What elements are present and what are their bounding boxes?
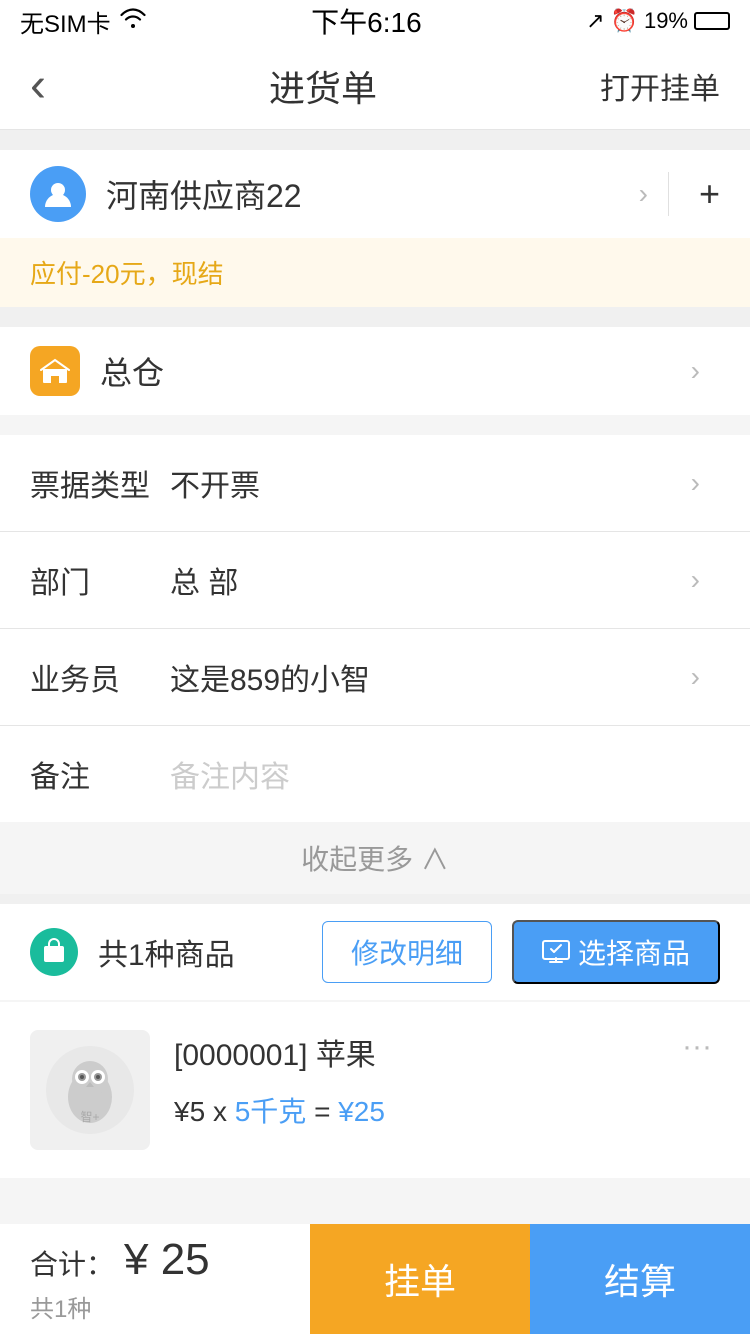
carrier-text: 无SIM卡	[20, 4, 111, 39]
select-product-button[interactable]: 选择商品	[512, 920, 720, 984]
salesperson-value: 这是859的小智	[170, 655, 691, 699]
form-section: 票据类型 不开票 › 部门 总 部 › 业务员 这是859的小智 › 备注 备注…	[0, 435, 750, 822]
select-product-label: 选择商品	[578, 932, 690, 972]
divider-2	[0, 307, 750, 327]
collapse-bar[interactable]: 收起更多 ∧	[0, 822, 750, 894]
dept-row[interactable]: 部门 总 部 ›	[0, 532, 750, 628]
remark-label: 备注	[30, 752, 170, 796]
status-right: ↗ ⏰ 19%	[586, 8, 730, 34]
vertical-divider	[668, 172, 669, 216]
supplier-name: 河南供应商22	[106, 171, 639, 217]
battery-icon	[694, 12, 730, 30]
warehouse-icon	[30, 346, 80, 396]
invoice-row[interactable]: 票据类型 不开票 ›	[0, 435, 750, 531]
hang-label: 挂单	[384, 1253, 456, 1305]
salesperson-chevron-icon: ›	[691, 661, 700, 693]
open-hang-button[interactable]: 打开挂单	[600, 64, 720, 108]
product-thumbnail: 智+	[30, 1030, 150, 1150]
salesperson-row[interactable]: 业务员 这是859的小智 ›	[0, 629, 750, 725]
checkout-label: 结算	[604, 1253, 676, 1305]
total-amount: ¥ 25	[124, 1235, 210, 1285]
status-bar: 无SIM卡 下午6:16 ↗ ⏰ 19%	[0, 0, 750, 42]
product-price: ¥5 x 5千克 = ¥25	[174, 1090, 674, 1130]
product-total: ¥25	[338, 1096, 385, 1127]
hang-button[interactable]: 挂单	[310, 1224, 530, 1334]
battery-percent: 19%	[644, 8, 688, 34]
warehouse-name: 总仓	[100, 348, 691, 394]
unit-price: ¥5	[174, 1096, 205, 1127]
checkout-button[interactable]: 结算	[530, 1224, 750, 1334]
status-left: 无SIM卡	[20, 4, 147, 39]
more-options-button[interactable]: ···	[674, 1030, 720, 1064]
remark-row[interactable]: 备注 备注内容	[0, 726, 750, 822]
page-title: 进货单	[269, 60, 377, 112]
product-info: [0000001] 苹果 ¥5 x 5千克 = ¥25	[174, 1030, 674, 1130]
bottom-bar: 合计： ¥ 25 共1种 挂单 结算	[0, 1224, 750, 1334]
remark-input[interactable]: 备注内容	[170, 752, 720, 796]
product-item: 智+ [0000001] 苹果 ¥5 x 5千克 = ¥25 ···	[0, 1002, 750, 1178]
total-label: 合计：	[30, 1243, 114, 1283]
alarm-icon: ⏰	[611, 8, 638, 34]
supplier-row[interactable]: 河南供应商22 › +	[0, 150, 750, 238]
total-sub: 共1种	[30, 1289, 310, 1324]
svg-text:智+: 智+	[80, 1109, 99, 1124]
notice-bar: 应付-20元，现结	[0, 238, 750, 307]
warehouse-row[interactable]: 总仓 ›	[0, 327, 750, 415]
dept-chevron-icon: ›	[691, 564, 700, 596]
product-header: 共1种商品 修改明细 选择商品	[0, 904, 750, 1000]
dept-value: 总 部	[170, 558, 691, 602]
divider-3	[0, 894, 750, 904]
equals-sign: =	[314, 1096, 338, 1127]
nav-bar: ‹ 进货单 打开挂单	[0, 42, 750, 130]
back-button[interactable]: ‹	[30, 58, 46, 113]
warehouse-chevron-icon: ›	[691, 355, 700, 387]
invoice-value: 不开票	[170, 461, 691, 505]
location-icon: ↗	[586, 8, 604, 34]
collapse-label: 收起更多 ∧	[301, 838, 449, 878]
invoice-label: 票据类型	[30, 461, 170, 505]
product-code: [0000001]	[174, 1039, 307, 1072]
product-name-text: 苹果	[316, 1039, 376, 1072]
divider-top	[0, 130, 750, 150]
wifi-icon	[119, 7, 147, 36]
total-area: 合计： ¥ 25 共1种	[0, 1224, 310, 1334]
time-display: 下午6:16	[311, 1, 422, 41]
dept-label: 部门	[30, 558, 170, 602]
invoice-chevron-icon: ›	[691, 467, 700, 499]
supplier-chevron-icon: ›	[639, 178, 648, 210]
edit-detail-button[interactable]: 修改明细	[322, 921, 492, 983]
product-count: 共1种商品	[98, 930, 322, 974]
salesperson-label: 业务员	[30, 655, 170, 699]
multiply-sign: x	[213, 1096, 235, 1127]
add-supplier-button[interactable]: +	[699, 173, 720, 215]
supplier-avatar	[30, 166, 86, 222]
product-name: [0000001] 苹果	[174, 1030, 674, 1074]
product-icon	[30, 928, 78, 976]
product-qty: 5千克	[235, 1096, 307, 1127]
